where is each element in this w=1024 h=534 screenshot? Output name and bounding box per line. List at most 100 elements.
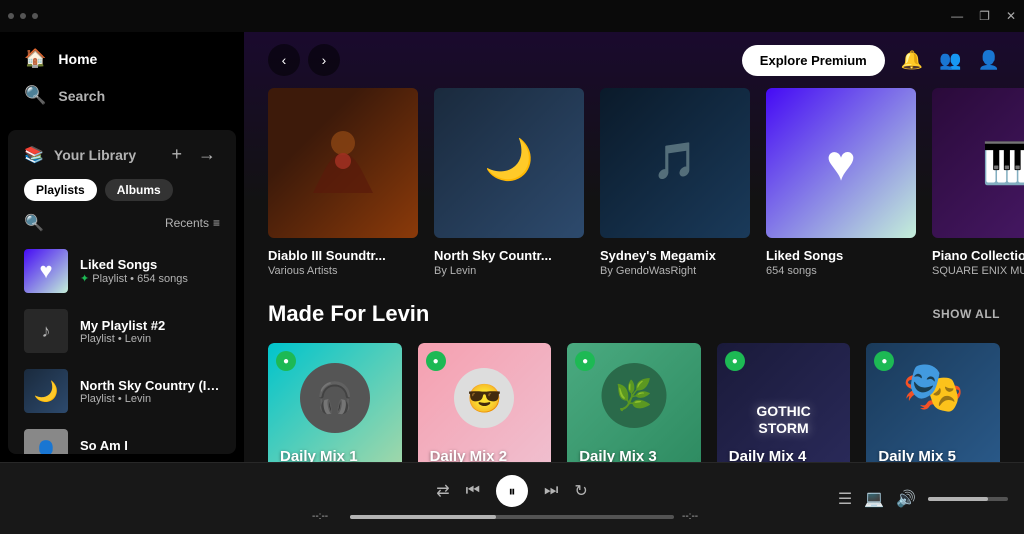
section-title: Made For Levin	[268, 301, 429, 327]
repeat-button[interactable]: ↻	[574, 481, 587, 501]
progress-bar[interactable]	[350, 515, 674, 519]
explore-premium-button[interactable]: Explore Premium	[742, 45, 885, 76]
volume-button[interactable]: 🔊	[896, 489, 916, 509]
album-card-diablo[interactable]: Diablo III Soundtr... Various Artists	[268, 88, 418, 277]
recents-label[interactable]: Recents ≡	[165, 216, 220, 230]
liked-songs-meta: ✦ Playlist • 654 songs	[80, 272, 220, 285]
green-dot-icon: ✦	[80, 273, 89, 285]
album-card-northsky[interactable]: 🌙 North Sky Countr... By Levin	[434, 88, 584, 277]
my-playlist-name: My Playlist #2	[80, 318, 220, 333]
device-button[interactable]: 💻	[864, 489, 884, 509]
sidebar-item-search[interactable]: 🔍 Search	[12, 77, 232, 114]
library-add-button[interactable]: +	[167, 142, 186, 167]
show-all-button[interactable]: Show all	[932, 307, 1000, 321]
northsky-album-art: 🌙	[434, 88, 584, 238]
mix-card-2[interactable]: ● 😎 Daily Mix 2 Daily Mix 2 ROZEN, Nobuo…	[418, 343, 552, 462]
main-content: ‹ › Explore Premium 🔔 👥 👤 Diablo III Sou…	[244, 32, 1024, 462]
player-bar: ⇄ ⏮ ⏸ ⏭ ↻ --:-- --:-- ☰ 💻 🔊	[0, 462, 1024, 534]
library-item-so-am-i[interactable]: 👤 So Am I Album • Kurt Hugo Schneider	[16, 421, 228, 454]
mix1-art: ● 🎧 Daily Mix 1	[268, 343, 402, 462]
so-am-i-info: So Am I Album • Kurt Hugo Schneider	[80, 438, 220, 455]
notifications-icon[interactable]: 🔔	[901, 50, 923, 71]
mix-card-3[interactable]: ● 🌿 Daily Mix 3 Daily Mix 3 Darren Ang, …	[567, 343, 701, 462]
library-list: ♥ Liked Songs ✦ Playlist • 654 songs ♪	[8, 241, 236, 454]
spotify-icon-4: ●	[725, 351, 745, 371]
library-filters: Playlists Albums	[8, 175, 236, 209]
volume-bar[interactable]	[928, 497, 1008, 501]
title-bar: — ❐ ✕	[0, 0, 1024, 32]
library-item-my-playlist[interactable]: ♪ My Playlist #2 Playlist • Levin	[16, 301, 228, 361]
mix2-label: Daily Mix 2	[430, 448, 508, 462]
northsky-subtitle: By Levin	[434, 265, 584, 277]
liked-album-art: ♥	[766, 88, 916, 238]
nav-arrows: ‹ ›	[268, 44, 340, 76]
sidebar-nav: 🏠 Home 🔍 Search	[0, 32, 244, 122]
queue-button[interactable]: ☰	[838, 489, 852, 509]
player-buttons: ⇄ ⏮ ⏸ ⏭ ↻	[436, 475, 588, 507]
sydney-subtitle: By GendoWasRight	[600, 265, 750, 277]
album-card-piano[interactable]: 🎹 Piano Collections... SQUARE ENIX MUSIC	[932, 88, 1024, 277]
user-icon[interactable]: 👤	[978, 50, 1000, 71]
shuffle-button[interactable]: ⇄	[436, 481, 449, 501]
liked-title: Liked Songs	[766, 248, 916, 263]
piano-subtitle: SQUARE ENIX MUSIC	[932, 265, 1024, 277]
back-button[interactable]: ‹	[268, 44, 300, 76]
mix1-label: Daily Mix 1	[280, 448, 358, 462]
liked-songs-info: Liked Songs ✦ Playlist • 654 songs	[80, 257, 220, 285]
sydney-title: Sydney's Megamix	[600, 248, 750, 263]
my-playlist-meta: Playlist • Levin	[80, 333, 220, 345]
progress-fill	[350, 515, 496, 519]
mix-card-4[interactable]: ● GOTHICSTORM Daily Mix 4 Daily Mix 4 Go…	[717, 343, 851, 462]
library-panel: 📚 Your Library + → Playlists Albums 🔍 Re…	[8, 130, 236, 454]
library-search-icon[interactable]: 🔍	[24, 213, 44, 233]
album-card-sydney[interactable]: 🎵 Sydney's Megamix By GendoWasRight	[600, 88, 750, 277]
liked-subtitle: 654 songs	[766, 265, 916, 277]
filter-playlists[interactable]: Playlists	[24, 179, 97, 201]
mix3-label: Daily Mix 3	[579, 448, 657, 462]
window-controls: — ❐ ✕	[951, 9, 1016, 23]
forward-button[interactable]: ›	[308, 44, 340, 76]
library-icon: 📚	[24, 145, 44, 165]
mix-card-1[interactable]: ● 🎧 Daily Mix 1 Daily Mix 1 Josh Whelche…	[268, 343, 402, 462]
next-button[interactable]: ⏭	[544, 482, 558, 500]
svg-text:🌙: 🌙	[484, 136, 534, 183]
search-icon: 🔍	[24, 85, 46, 106]
mix-card-5[interactable]: ● 🎭 Daily Mix 5 Daily Mix 5 Darren Korb,…	[866, 343, 1000, 462]
maximize-button[interactable]: ❐	[979, 9, 990, 23]
filter-albums[interactable]: Albums	[105, 179, 173, 201]
north-sky-name: North Sky Country (In-Game)	[80, 378, 220, 393]
title-dot-1	[8, 13, 14, 19]
so-am-i-name: So Am I	[80, 438, 220, 453]
music-note-icon: ♪	[42, 321, 51, 342]
diablo-subtitle: Various Artists	[268, 265, 418, 277]
mix3-art: ● 🌿 Daily Mix 3	[567, 343, 701, 462]
library-expand-button[interactable]: →	[194, 142, 220, 167]
friends-icon[interactable]: 👥	[939, 50, 961, 71]
current-time: --:--	[312, 511, 342, 522]
album-card-liked[interactable]: ♥ Liked Songs 654 songs	[766, 88, 916, 277]
mix5-art: ● 🎭 Daily Mix 5	[866, 343, 1000, 462]
library-title-group[interactable]: 📚 Your Library	[24, 145, 136, 165]
pause-button[interactable]: ⏸	[496, 475, 528, 507]
close-button[interactable]: ✕	[1006, 9, 1016, 23]
my-playlist-info: My Playlist #2 Playlist • Levin	[80, 318, 220, 345]
so-am-i-meta: Album • Kurt Hugo Schneider	[80, 453, 220, 455]
previous-button[interactable]: ⏮	[466, 482, 480, 500]
mix4-art: ● GOTHICSTORM Daily Mix 4	[717, 343, 851, 462]
library-item-liked-songs[interactable]: ♥ Liked Songs ✦ Playlist • 654 songs	[16, 241, 228, 301]
north-sky-meta: Playlist • Levin	[80, 393, 220, 405]
library-item-north-sky[interactable]: 🌙 North Sky Country (In-Game) Playlist •…	[16, 361, 228, 421]
liked-songs-art: ♥	[24, 249, 68, 293]
sidebar-item-home[interactable]: 🏠 Home	[12, 40, 232, 77]
svg-text:🎵: 🎵	[653, 140, 698, 181]
minimize-button[interactable]: —	[951, 9, 963, 23]
recents-sort-icon: ≡	[213, 216, 220, 230]
mix5-label: Daily Mix 5	[878, 448, 956, 462]
player-progress: --:-- --:--	[312, 511, 712, 522]
mix-row: ● 🎧 Daily Mix 1 Daily Mix 1 Josh Whelche…	[268, 343, 1000, 462]
top-bar: ‹ › Explore Premium 🔔 👥 👤	[244, 32, 1024, 88]
total-time: --:--	[682, 511, 712, 522]
top-bar-right: Explore Premium 🔔 👥 👤	[742, 45, 1000, 76]
made-for-section: Made For Levin Show all ● 🎧 Daily Mix 1 …	[244, 301, 1024, 462]
my-playlist-art: ♪	[24, 309, 68, 353]
